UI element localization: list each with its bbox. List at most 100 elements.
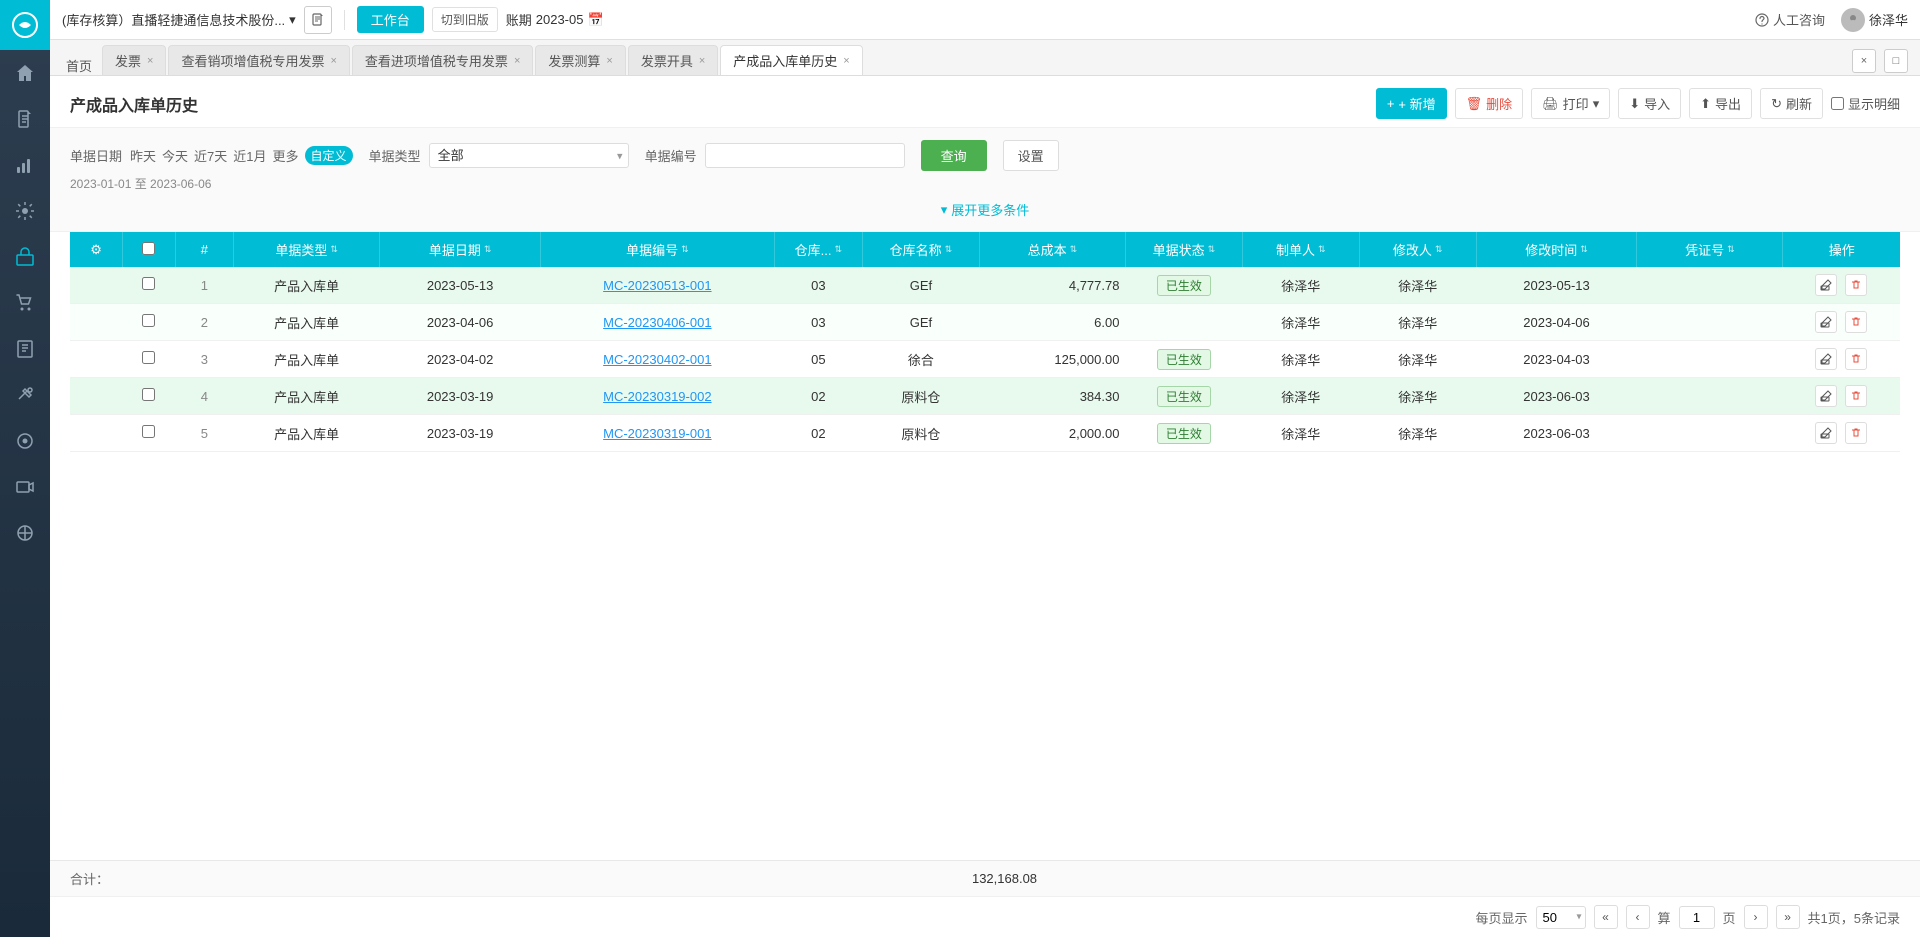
new-button[interactable]: + + 新增 [1376,88,1447,119]
row-edit-button[interactable] [1815,385,1837,407]
query-button[interactable]: 查询 [921,140,987,171]
row-edit-button[interactable] [1815,348,1837,370]
row-delete-button[interactable] [1845,385,1867,407]
th-status[interactable]: 单据状态⇅ [1125,232,1242,267]
print-button[interactable]: 🖨 打印 ▾ [1531,88,1610,119]
switch-period-button[interactable]: 切到旧版 [432,7,498,32]
period-display: 账期 2023-05 📅 [506,10,604,29]
th-total-cost[interactable]: 总成本⇅ [979,232,1125,267]
th-type[interactable]: 单据类型⇅ [234,232,380,267]
date-yesterday[interactable]: 昨天 [130,146,156,165]
user-menu[interactable]: 徐泽华 [1841,8,1908,32]
setting-button[interactable]: 设置 [1003,140,1059,171]
first-page-button[interactable]: « [1594,905,1618,929]
th-voucher[interactable]: 凭证号⇅ [1637,232,1783,267]
sidebar-item-inventory[interactable] [0,234,50,280]
th-date[interactable]: 单据日期⇅ [380,232,541,267]
tab-invoice[interactable]: 发票 × [102,45,166,75]
period-calendar-icon[interactable]: 📅 [587,12,603,28]
th-creator[interactable]: 制单人⇅ [1242,232,1359,267]
sidebar-item-video[interactable] [0,464,50,510]
tab-view-purchase-special[interactable]: 查看进项增值税专用发票 × [352,45,533,75]
row-edit-button[interactable] [1815,274,1837,296]
tab-invoice-open[interactable]: 发票开具 × [628,45,718,75]
th-warehouse-name[interactable]: 仓库名称⇅ [862,232,979,267]
close-all-tabs-button[interactable]: × [1852,49,1876,73]
last-page-button[interactable]: » [1776,905,1800,929]
expand-more-filters[interactable]: ▾ 展开更多条件 [70,200,1900,219]
th-warehouse-code[interactable]: 仓库...⇅ [774,232,862,267]
maximize-button[interactable]: □ [1884,49,1908,73]
row-edit-button[interactable] [1815,422,1837,444]
row-delete-button[interactable] [1845,348,1867,370]
tab-close-invoice-calc[interactable]: × [606,55,612,67]
row-checkbox[interactable] [142,388,155,401]
date-more[interactable]: 更多 [273,146,299,165]
sidebar-item-home[interactable] [0,50,50,96]
company-selector[interactable]: (库存核算）直播轻捷通信息技术股份... ▾ [62,10,296,29]
td-number[interactable]: MC-20230402-001 [540,341,774,378]
tab-close-invoice[interactable]: × [147,55,153,67]
th-number[interactable]: 单据编号⇅ [540,232,774,267]
company-dropdown-icon: ▾ [289,12,296,28]
row-checkbox[interactable] [142,351,155,364]
document-icon[interactable] [304,6,332,34]
td-status: 已生效 [1125,341,1242,378]
next-page-button[interactable]: › [1744,905,1768,929]
th-modify-time[interactable]: 修改时间⇅ [1476,232,1637,267]
date-1month[interactable]: 近1月 [233,146,266,165]
td-total-cost: 2,000.00 [979,415,1125,452]
type-select[interactable]: 全部 产品入库单 [429,143,629,168]
row-delete-button[interactable] [1845,311,1867,333]
date-custom-tag[interactable]: 自定义 [305,146,353,165]
page-input[interactable] [1679,906,1715,929]
workbench-button[interactable]: 工作台 [357,6,424,33]
export-button[interactable]: ⬆ 导出 [1689,88,1752,119]
sidebar-item-documents[interactable] [0,96,50,142]
td-number[interactable]: MC-20230406-001 [540,304,774,341]
show-detail-checkbox-label[interactable]: 显示明细 [1831,94,1900,113]
td-settings [70,304,123,341]
sidebar-item-version[interactable] [0,510,50,556]
support-button[interactable]: 人工咨询 [1755,10,1825,29]
sidebar-item-reports[interactable] [0,326,50,372]
td-creator: 徐泽华 [1242,341,1359,378]
tab-invoice-calc[interactable]: 发票测算 × [535,45,625,75]
delete-button[interactable]: 🗑 删除 [1455,88,1524,119]
sidebar-item-tools[interactable] [0,372,50,418]
row-delete-button[interactable] [1845,274,1867,296]
tab-close-view-purchase[interactable]: × [514,55,520,67]
sidebar-item-config[interactable] [0,418,50,464]
sort-warehouse-code: ⇅ [835,244,843,255]
select-all-checkbox[interactable] [142,242,155,255]
per-page-select[interactable]: 20 50 100 [1536,906,1586,929]
row-delete-button[interactable] [1845,422,1867,444]
tab-close-invoice-open[interactable]: × [699,55,705,67]
sidebar-item-analytics[interactable] [0,142,50,188]
import-button[interactable]: ⬇ 导入 [1618,88,1681,119]
sidebar-item-purchase[interactable] [0,280,50,326]
number-filter-input[interactable] [705,143,905,168]
td-number[interactable]: MC-20230513-001 [540,267,774,304]
table-row: 3 产品入库单 2023-04-02 MC-20230402-001 05 徐合… [70,341,1900,378]
td-number[interactable]: MC-20230319-002 [540,378,774,415]
tab-close-view-sales[interactable]: × [330,55,336,67]
prev-page-button[interactable]: ‹ [1626,905,1650,929]
th-settings[interactable]: ⚙ [70,232,123,267]
date-7days[interactable]: 近7天 [194,146,227,165]
date-today[interactable]: 今天 [162,146,188,165]
row-checkbox[interactable] [142,277,155,290]
total-info: 共1页，5条记录 [1808,908,1900,927]
tab-home[interactable]: 首页 [58,56,100,75]
sidebar-item-settings[interactable] [0,188,50,234]
refresh-button[interactable]: ↻ 刷新 [1760,88,1823,119]
row-checkbox[interactable] [142,314,155,327]
row-edit-button[interactable] [1815,311,1837,333]
tab-view-sales-special[interactable]: 查看销项增值税专用发票 × [168,45,349,75]
tab-product-inbound-history[interactable]: 产成品入库单历史 × [720,45,862,75]
tab-close-product-inbound[interactable]: × [843,55,849,67]
show-detail-checkbox[interactable] [1831,97,1844,110]
row-checkbox[interactable] [142,425,155,438]
th-modifier[interactable]: 修改人⇅ [1359,232,1476,267]
td-number[interactable]: MC-20230319-001 [540,415,774,452]
